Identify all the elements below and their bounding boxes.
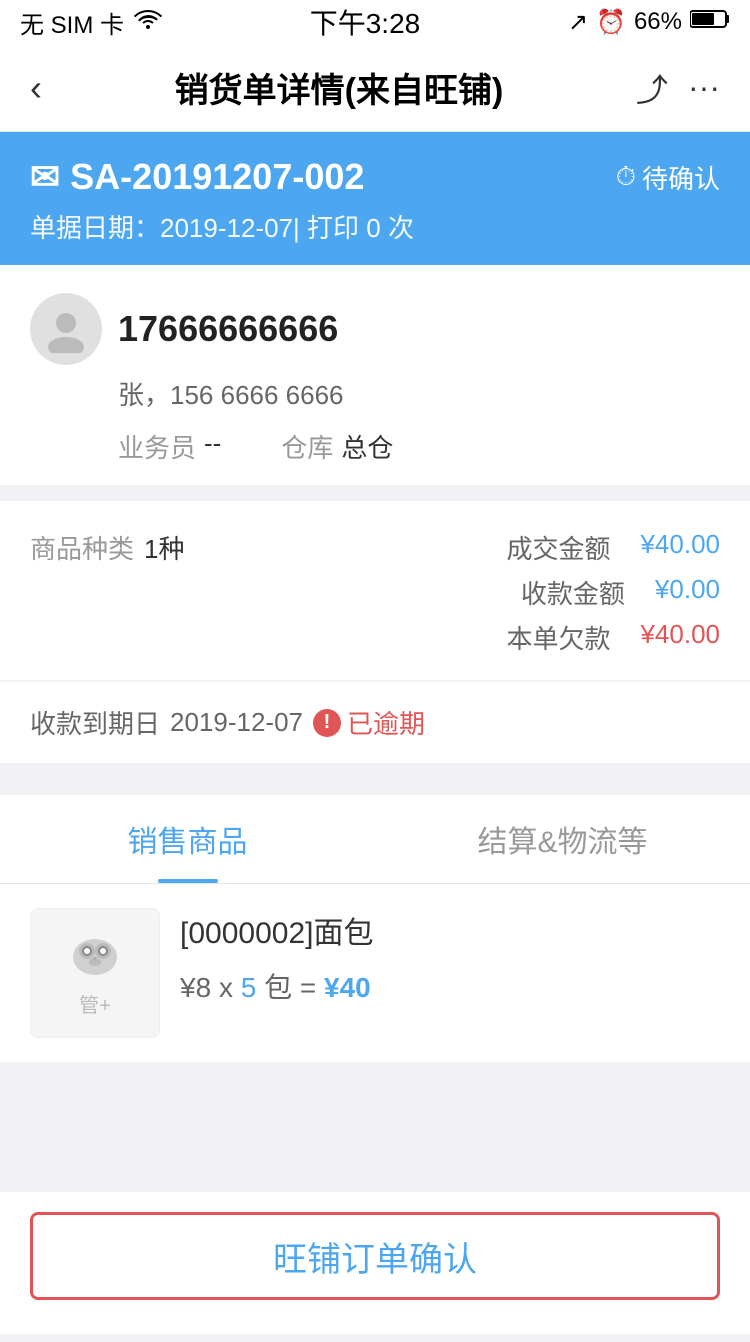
summary-section: 商品种类 1种 成交金额 ¥40.00 收款金额 ¥0.00 本单欠款 ¥40.… <box>0 501 750 680</box>
product-info: [0000002]面包 ¥8 x 5 包 = ¥40 <box>180 908 720 1006</box>
tab-goods[interactable]: 销售商品 <box>0 795 375 883</box>
avatar <box>30 293 102 365</box>
confirm-order-button[interactable]: 旺铺订单确认 <box>30 1212 720 1300</box>
status-bar-right: ↗ ⏰ 66% <box>568 8 730 37</box>
tabs-header: 销售商品 结算&物流等 <box>0 795 750 884</box>
overdue-text: 已逾期 <box>347 704 425 741</box>
goods-type-value: 1种 <box>144 529 184 566</box>
owed-label: 本单欠款 <box>506 619 610 656</box>
due-date-value: 2019-12-07 <box>170 707 303 738</box>
status-bar-time: 下午3:28 <box>310 2 421 42</box>
sales-value: -- <box>204 428 221 465</box>
tab-settle[interactable]: 结算&物流等 <box>375 795 750 883</box>
product-price: ¥8 x 5 包 = ¥40 <box>180 966 720 1006</box>
product-item: 管+ [0000002]面包 ¥8 x 5 包 = ¥40 <box>30 908 720 1038</box>
order-icon: ✉ <box>30 156 60 198</box>
owed-value: ¥40.00 <box>640 619 720 656</box>
warehouse-value: 总仓 <box>341 428 393 465</box>
overdue-badge: ! 已逾期 <box>313 704 425 741</box>
customer-meta: 业务员 -- 仓库 总仓 <box>118 428 720 465</box>
location-icon: ↗ <box>568 8 588 37</box>
received-value: ¥0.00 <box>655 574 720 611</box>
owl-icon <box>65 929 125 989</box>
divider-2 <box>0 763 750 779</box>
battery-icon <box>690 8 730 36</box>
customer-phone: 17666666666 <box>118 308 338 350</box>
customer-section: 17666666666 张，156 6666 6666 业务员 -- 仓库 总仓 <box>0 265 750 485</box>
status-icon: ⏱ <box>616 161 636 193</box>
wifi-icon <box>134 8 162 36</box>
status-bar-left: 无 SIM 卡 <box>20 5 162 40</box>
confirm-button-wrap: 旺铺订单确认 <box>0 1192 750 1334</box>
brand-plus-label: 管+ <box>79 989 111 1018</box>
product-thumbnail: 管+ <box>30 908 160 1038</box>
page-title: 销货单详情(来自旺铺) <box>175 63 504 112</box>
order-date: 单据日期：2019-12-07| 打印 0 次 <box>30 208 720 245</box>
product-name: [0000002]面包 <box>180 908 720 952</box>
nav-actions: ⤴ ··· <box>636 65 720 111</box>
more-button[interactable]: ··· <box>688 69 720 106</box>
nav-bar: ‹ 销货单详情(来自旺铺) ⤴ ··· <box>0 44 750 132</box>
order-status: ⏱ 待确认 <box>616 159 720 196</box>
product-quantity: 5 <box>241 972 257 1003</box>
carrier-label: 无 SIM 卡 <box>20 5 124 40</box>
back-button[interactable]: ‹ <box>30 67 42 109</box>
share-button[interactable]: ⤴ <box>636 65 668 111</box>
order-id: ✉ SA-20191207-002 <box>30 156 364 198</box>
due-date-label: 收款到期日 <box>30 704 160 741</box>
divider-1 <box>0 485 750 501</box>
product-section: 管+ [0000002]面包 ¥8 x 5 包 = ¥40 <box>0 884 750 1062</box>
product-total: ¥40 <box>324 972 371 1003</box>
received-label: 收款金额 <box>521 574 625 611</box>
order-header: ✉ SA-20191207-002 ⏱ 待确认 单据日期：2019-12-07|… <box>0 132 750 265</box>
transaction-value: ¥40.00 <box>640 529 720 566</box>
alarm-icon: ⏰ <box>596 8 626 37</box>
status-bar: 无 SIM 卡 下午3:28 ↗ ⏰ 66% <box>0 0 750 44</box>
transaction-label: 成交金额 <box>506 529 610 566</box>
battery-label: 66% <box>634 8 682 36</box>
due-section: 收款到期日 2019-12-07 ! 已逾期 <box>0 681 750 763</box>
sales-label: 业务员 <box>118 428 196 465</box>
goods-type-label: 商品种类 <box>30 529 134 566</box>
overdue-icon: ! <box>313 709 341 737</box>
tabs-section: 销售商品 结算&物流等 <box>0 795 750 1062</box>
customer-name: 张，156 6666 6666 <box>118 375 720 412</box>
warehouse-label: 仓库 <box>281 428 333 465</box>
